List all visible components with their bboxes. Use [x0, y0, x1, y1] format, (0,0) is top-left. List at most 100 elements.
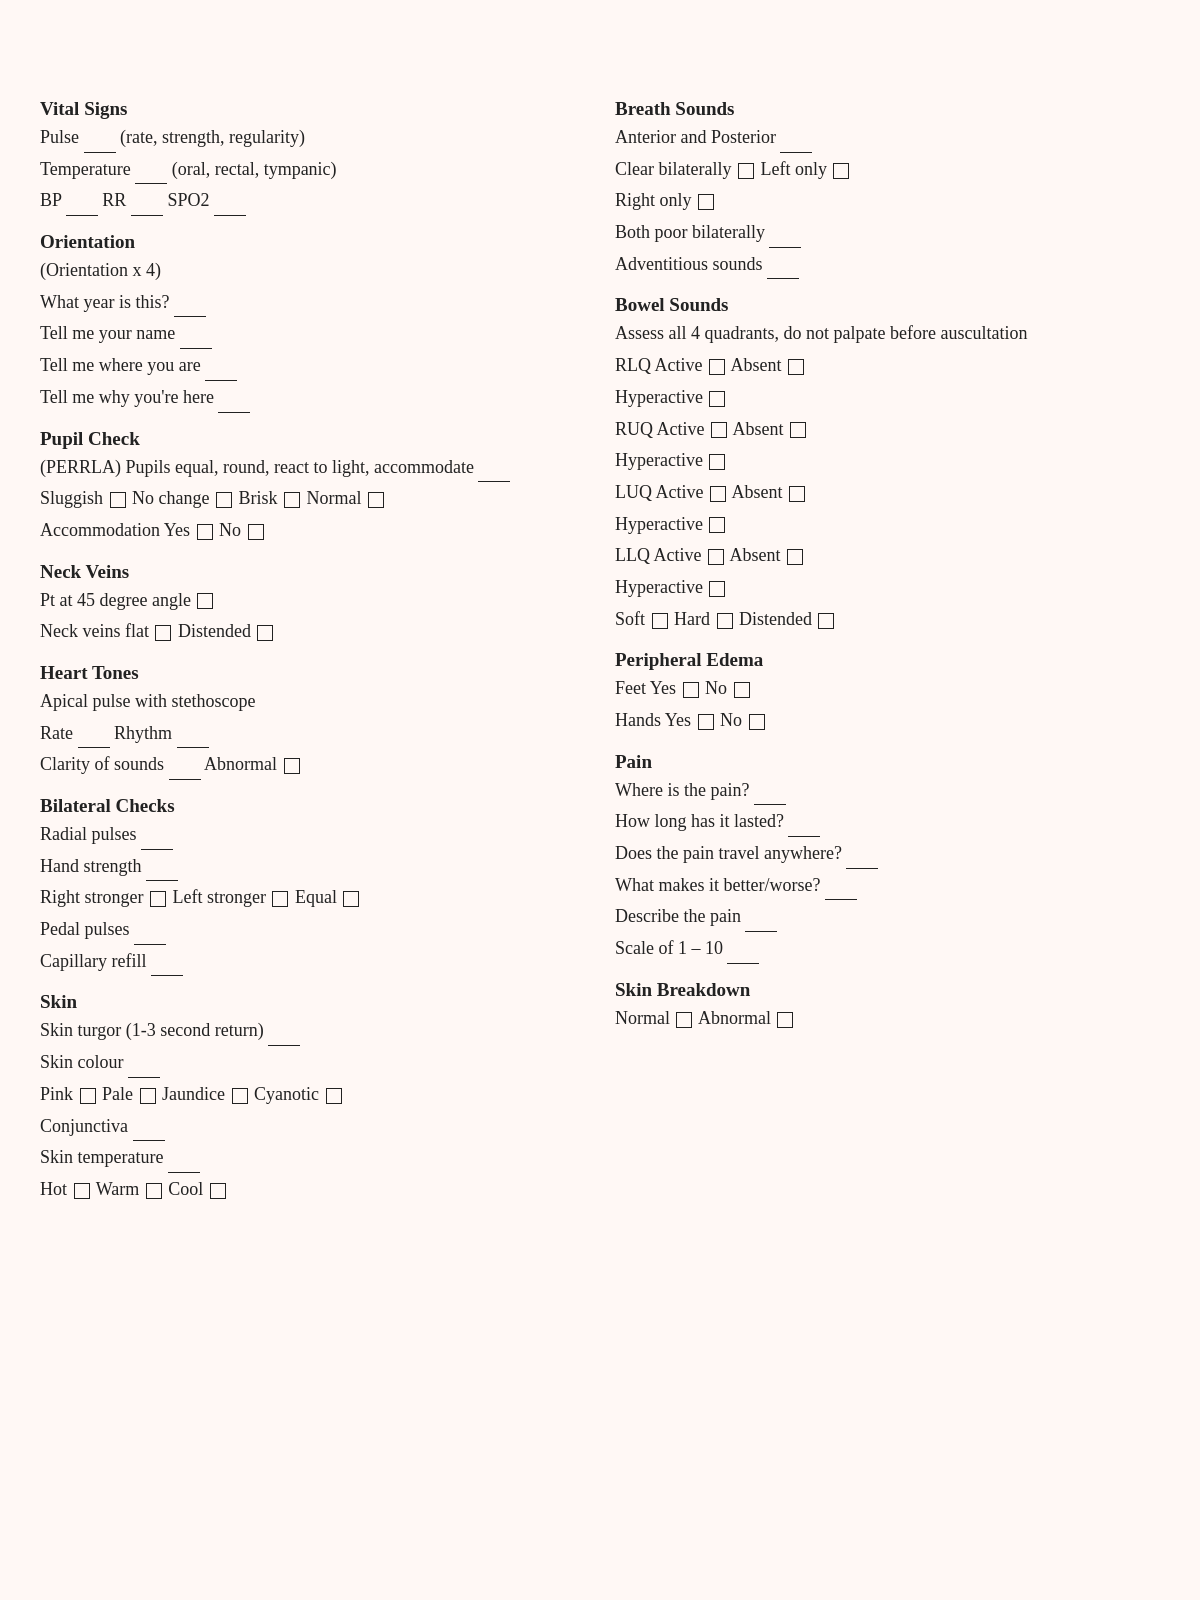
blank-field[interactable]: [214, 198, 246, 216]
blank-field[interactable]: [180, 331, 212, 349]
blank-field[interactable]: [846, 851, 878, 869]
blank-field[interactable]: [174, 299, 206, 317]
blank-field[interactable]: [769, 230, 801, 248]
checkbox[interactable]: [788, 359, 804, 375]
blank-field[interactable]: [825, 882, 857, 900]
checkbox[interactable]: [683, 682, 699, 698]
blank-field[interactable]: [135, 166, 167, 184]
blank-field[interactable]: [205, 363, 237, 381]
list-item: LLQ Active Absent: [615, 540, 1160, 572]
checkbox[interactable]: [708, 549, 724, 565]
checkbox[interactable]: [698, 194, 714, 210]
list-item: Conjunctiva: [40, 1111, 585, 1143]
checkbox[interactable]: [709, 391, 725, 407]
list-item: Scale of 1 – 10: [615, 933, 1160, 965]
checkbox[interactable]: [232, 1088, 248, 1104]
list-item: Feet Yes No: [615, 673, 1160, 705]
checkbox[interactable]: [257, 625, 273, 641]
checkbox[interactable]: [833, 163, 849, 179]
section-heart-tones: Heart TonesApical pulse with stethoscope…: [40, 648, 585, 781]
section-title: Vital Signs: [40, 98, 585, 120]
list-item: Pt at 45 degree angle: [40, 585, 585, 617]
blank-field[interactable]: [151, 958, 183, 976]
blank-field[interactable]: [268, 1028, 300, 1046]
checkbox[interactable]: [284, 492, 300, 508]
blank-field[interactable]: [131, 198, 163, 216]
checkbox[interactable]: [80, 1088, 96, 1104]
blank-field[interactable]: [168, 1155, 200, 1173]
blank-field[interactable]: [478, 464, 510, 482]
checkbox[interactable]: [749, 714, 765, 730]
blank-field[interactable]: [754, 787, 786, 805]
checkbox[interactable]: [248, 524, 264, 540]
checkbox[interactable]: [368, 492, 384, 508]
checkbox[interactable]: [140, 1088, 156, 1104]
blank-field[interactable]: [133, 1123, 165, 1141]
checkbox[interactable]: [709, 359, 725, 375]
list-item: Pink Pale Jaundice Cyanotic: [40, 1079, 585, 1111]
checkbox[interactable]: [717, 613, 733, 629]
blank-field[interactable]: [84, 135, 116, 153]
list-item: Right stronger Left stronger Equal: [40, 882, 585, 914]
checkbox[interactable]: [284, 758, 300, 774]
list-item: Adventitious sounds: [615, 249, 1160, 281]
blank-field[interactable]: [218, 395, 250, 413]
checkbox[interactable]: [698, 714, 714, 730]
blank-field[interactable]: [767, 261, 799, 279]
section-title: Pain: [615, 751, 1160, 773]
checkbox[interactable]: [272, 891, 288, 907]
blank-field[interactable]: [78, 730, 110, 748]
blank-field[interactable]: [780, 135, 812, 153]
checkbox[interactable]: [110, 492, 126, 508]
checkbox[interactable]: [343, 891, 359, 907]
section-title: Bowel Sounds: [615, 294, 1160, 316]
checkbox[interactable]: [709, 517, 725, 533]
checkbox[interactable]: [709, 581, 725, 597]
checkbox[interactable]: [734, 682, 750, 698]
section-title: Pupil Check: [40, 428, 585, 450]
checkbox[interactable]: [710, 486, 726, 502]
list-item: What makes it better/worse?: [615, 870, 1160, 902]
left-column: Vital SignsPulse (rate, strength, regula…: [40, 84, 585, 1206]
blank-field[interactable]: [66, 198, 98, 216]
blank-field[interactable]: [141, 832, 173, 850]
checkbox[interactable]: [216, 492, 232, 508]
blank-field[interactable]: [727, 946, 759, 964]
checkbox[interactable]: [676, 1012, 692, 1028]
checkbox[interactable]: [74, 1183, 90, 1199]
list-item: Describe the pain: [615, 901, 1160, 933]
checkbox[interactable]: [709, 454, 725, 470]
list-item: Both poor bilaterally: [615, 217, 1160, 249]
section-neck-veins: Neck VeinsPt at 45 degree angle Neck vei…: [40, 547, 585, 648]
checkbox[interactable]: [210, 1183, 226, 1199]
blank-field[interactable]: [134, 927, 166, 945]
list-item: Hyperactive: [615, 382, 1160, 414]
list-item: BP RR SPO2: [40, 185, 585, 217]
checkbox[interactable]: [789, 486, 805, 502]
checkbox[interactable]: [818, 613, 834, 629]
checkbox[interactable]: [790, 422, 806, 438]
blank-field[interactable]: [128, 1060, 160, 1078]
checkbox[interactable]: [777, 1012, 793, 1028]
list-item: RUQ Active Absent: [615, 414, 1160, 446]
checkbox[interactable]: [711, 422, 727, 438]
blank-field[interactable]: [177, 730, 209, 748]
checkbox[interactable]: [326, 1088, 342, 1104]
blank-field[interactable]: [146, 863, 178, 881]
checkbox[interactable]: [738, 163, 754, 179]
list-item: Tell me why you're here: [40, 382, 585, 414]
section-title: Heart Tones: [40, 662, 585, 684]
checkbox[interactable]: [787, 549, 803, 565]
list-item: Skin colour: [40, 1047, 585, 1079]
section-bilateral-checks: Bilateral ChecksRadial pulses Hand stren…: [40, 781, 585, 977]
checkbox[interactable]: [197, 593, 213, 609]
blank-field[interactable]: [745, 914, 777, 932]
checkbox[interactable]: [155, 625, 171, 641]
checkbox[interactable]: [150, 891, 166, 907]
checkbox[interactable]: [146, 1183, 162, 1199]
list-item: Anterior and Posterior: [615, 122, 1160, 154]
checkbox[interactable]: [652, 613, 668, 629]
checkbox[interactable]: [197, 524, 213, 540]
blank-field[interactable]: [788, 819, 820, 837]
blank-field[interactable]: [169, 762, 201, 780]
